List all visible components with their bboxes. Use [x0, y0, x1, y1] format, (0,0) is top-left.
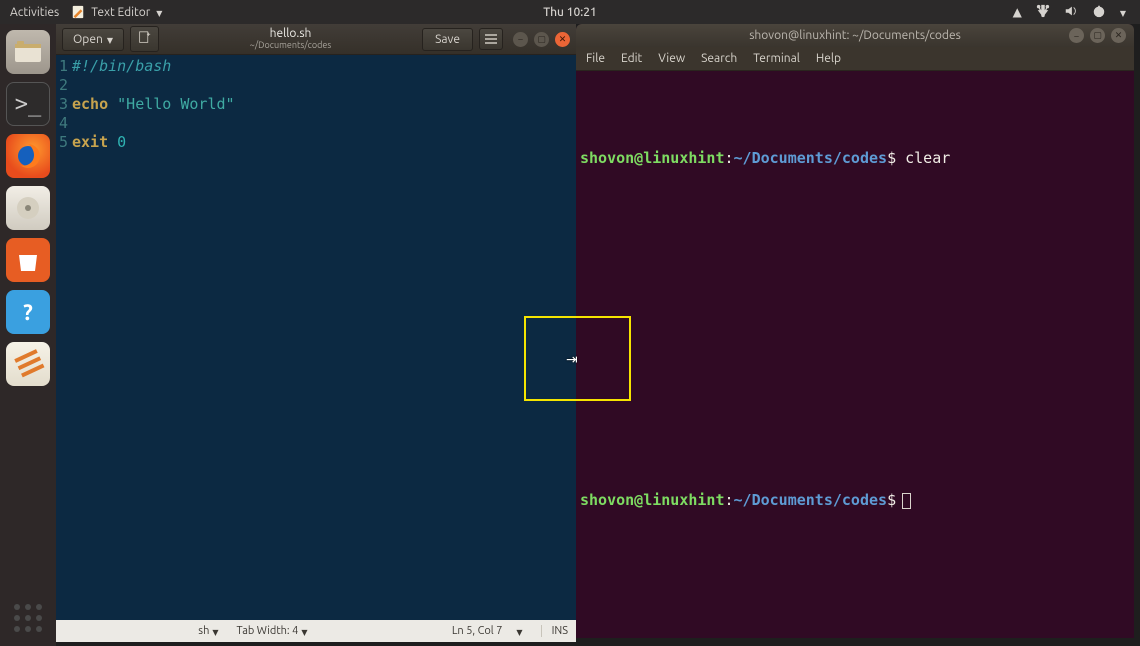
- text-editor-window: Open▼ hello.sh ~/Documents/codes Save – …: [56, 24, 576, 642]
- minimize-button[interactable]: –: [1069, 28, 1084, 43]
- terminal-titlebar[interactable]: shovon@linuxhint: ~/Documents/codes – ▢ …: [576, 24, 1134, 47]
- gnome-topbar: Activities Text Editor ▼ Thu 10:21 ▲ ▼: [0, 0, 1140, 24]
- menu-file[interactable]: File: [586, 52, 605, 65]
- menu-edit[interactable]: Edit: [621, 52, 642, 65]
- hamburger-icon: [485, 34, 497, 44]
- menu-search[interactable]: Search: [701, 52, 737, 65]
- firefox-icon: [13, 141, 43, 171]
- line-ending-selector[interactable]: ▼: [512, 627, 526, 636]
- tab-width-selector[interactable]: Tab Width: 4 ▼: [233, 625, 312, 637]
- alert-icon[interactable]: ▲: [1013, 5, 1022, 19]
- files-icon: [14, 40, 42, 64]
- chevron-down-icon: ▼: [1120, 9, 1126, 18]
- power-icon[interactable]: [1092, 4, 1106, 21]
- topbar-app-menu[interactable]: Text Editor ▼: [71, 5, 162, 19]
- maximize-button[interactable]: ▢: [1090, 28, 1105, 43]
- menu-terminal[interactable]: Terminal: [753, 52, 800, 65]
- dock-terminal[interactable]: >_: [6, 82, 50, 126]
- dock-help[interactable]: ?: [6, 290, 50, 334]
- dock-software[interactable]: [6, 238, 50, 282]
- terminal-line: shovon@linuxhint:~/Documents/codes$: [580, 491, 1130, 510]
- menu-view[interactable]: View: [658, 52, 685, 65]
- editor-headerbar: Open▼ hello.sh ~/Documents/codes Save – …: [56, 24, 576, 55]
- new-document-icon: [138, 31, 151, 44]
- maximize-button[interactable]: ▢: [534, 32, 549, 47]
- volume-icon[interactable]: [1064, 4, 1078, 21]
- minimize-button[interactable]: –: [513, 32, 528, 47]
- close-button[interactable]: ✕: [555, 32, 570, 47]
- activities-button[interactable]: Activities: [10, 6, 59, 19]
- cursor-position: Ln 5, Col 7: [452, 625, 503, 637]
- terminal-window: shovon@linuxhint: ~/Documents/codes – ▢ …: [576, 24, 1134, 638]
- dock-firefox[interactable]: [6, 134, 50, 178]
- terminal-icon: >_: [15, 92, 42, 117]
- code-area[interactable]: 1#!/bin/bash 2 3echo "Hello World" 4 5ex…: [56, 55, 576, 620]
- disk-icon: [15, 195, 41, 221]
- show-apps-button[interactable]: [0, 604, 56, 632]
- close-button[interactable]: ✕: [1111, 28, 1126, 43]
- chevron-down-icon: ▼: [156, 9, 162, 18]
- topbar-clock[interactable]: Thu 10:21: [543, 6, 597, 19]
- language-selector[interactable]: sh ▼: [194, 625, 222, 637]
- new-tab-button[interactable]: [130, 26, 159, 52]
- editor-statusbar: sh ▼ Tab Width: 4 ▼ Ln 5, Col 7 ▼ INS: [56, 620, 576, 642]
- hamburger-menu-button[interactable]: [479, 28, 503, 50]
- dock-rhythmbox[interactable]: [6, 186, 50, 230]
- dock-text-editor[interactable]: [6, 342, 50, 386]
- chevron-down-icon: ▼: [107, 36, 113, 45]
- editor-title: hello.sh ~/Documents/codes: [165, 27, 416, 50]
- save-button[interactable]: Save: [422, 28, 473, 51]
- terminal-cursor: [902, 493, 911, 509]
- shopping-bag-icon: [15, 247, 41, 273]
- terminal-menubar: File Edit View Search Terminal Help: [576, 47, 1134, 71]
- terminal-line: shovon@linuxhint:~/Documents/codes$ clea…: [580, 149, 1130, 168]
- apps-grid-icon: [14, 604, 42, 632]
- dock-files[interactable]: [6, 30, 50, 74]
- help-icon: ?: [23, 300, 33, 325]
- network-icon[interactable]: [1036, 4, 1050, 21]
- ubuntu-dock: >_ ?: [0, 24, 56, 646]
- open-button[interactable]: Open▼: [62, 28, 124, 51]
- menu-help[interactable]: Help: [816, 52, 841, 65]
- terminal-body[interactable]: shovon@linuxhint:~/Documents/codes$ clea…: [576, 71, 1134, 638]
- insert-mode-indicator[interactable]: INS: [541, 625, 568, 637]
- text-editor-icon: [71, 5, 85, 19]
